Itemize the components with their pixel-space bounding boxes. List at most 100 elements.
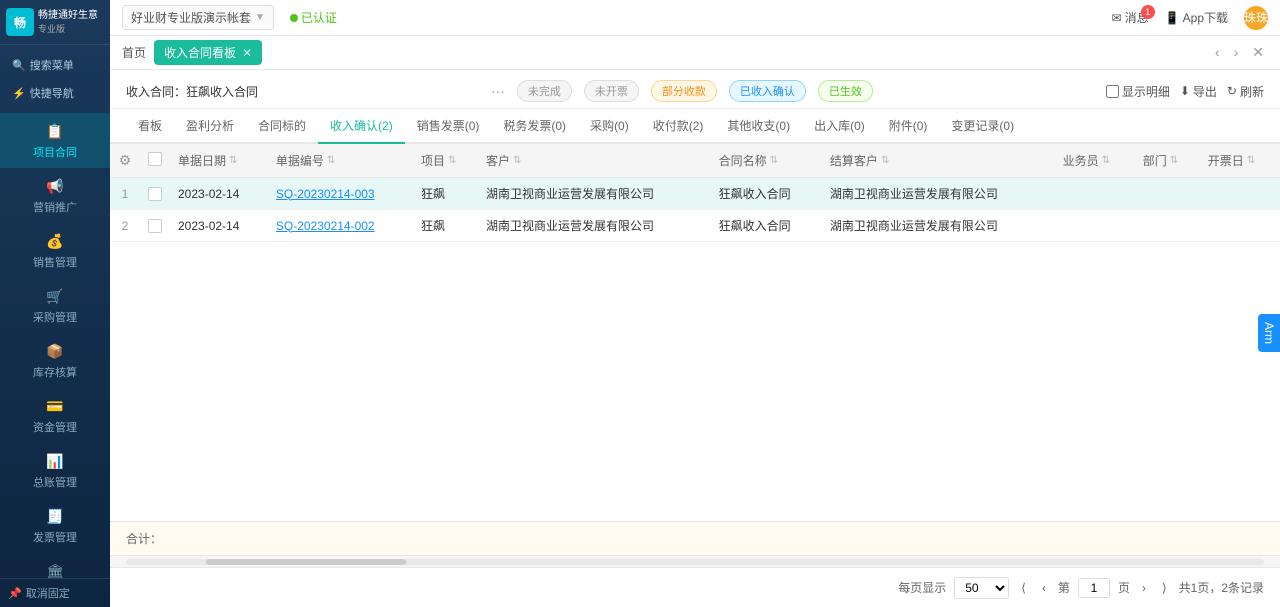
sort-customer-icon[interactable]: ⇅ [513,155,521,166]
nav-tab-label: 收入合同看板 [164,44,236,61]
prev-page-button[interactable]: ‹ [1038,579,1050,597]
tab-revenue-confirm[interactable]: 收入确认(2) [318,109,405,144]
row-num: 2 [110,210,140,242]
show-detail-checkbox[interactable] [1106,85,1119,98]
tab-purchase[interactable]: 采购(0) [578,109,641,144]
sidebar-item-marketing[interactable]: 📢 营销推广 [0,168,110,223]
sort-contract-icon[interactable]: ⇅ [770,155,778,166]
status-incomplete[interactable]: 未完成 [517,80,572,102]
app-download-button[interactable]: 📱 App下载 [1165,9,1228,26]
sort-salesperson-icon[interactable]: ⇅ [1102,155,1110,166]
nav-next-icon[interactable]: › [1230,42,1243,63]
cell-salesperson [1055,210,1135,242]
topbar: 好业财专业版演示帐套 ▼ 已认证 ✉ 消息 1 📱 App下载 珠珠 [110,0,1280,36]
sidebar-item-purchase[interactable]: 🛒 采购管理 [0,278,110,333]
tab-close-icon[interactable]: ✕ [242,46,252,60]
col-header-contract: 合同名称⇅ [711,144,822,178]
nav-prev-icon[interactable]: ‹ [1211,42,1224,63]
tab-sales-invoice[interactable]: 销售发票(0) [405,109,492,144]
message-button[interactable]: ✉ 消息 1 [1112,9,1149,26]
invoice-icon: 🧾 [45,506,65,526]
avatar-text: 珠珠 [1244,9,1268,26]
refresh-label: 刷新 [1240,83,1264,100]
quick-nav-item[interactable]: ⚡ 快捷导航 [8,79,102,107]
sidebar-item-tax[interactable]: 🏛 税务管理 [0,553,110,578]
sort-dept-icon[interactable]: ⇅ [1170,155,1178,166]
tab-tax-invoice[interactable]: 税务发票(0) [491,109,578,144]
status-confirmed[interactable]: 已收入确认 [729,80,806,102]
sort-invoice-date-icon[interactable]: ⇅ [1247,155,1255,166]
last-page-button[interactable]: ⟩ [1158,579,1171,597]
nav-controls: ‹ › ✕ [1211,42,1268,63]
page-size-select[interactable]: 50 20 100 [954,577,1009,599]
cell-dept [1135,210,1200,242]
first-page-button[interactable]: ⟨ [1017,579,1030,597]
tab-attachments[interactable]: 附件(0) [877,109,940,144]
select-all-checkbox[interactable] [148,152,162,166]
cell-billno[interactable]: SQ-20230214-002 [268,210,413,242]
tab-change-log[interactable]: 变更记录(0) [939,109,1026,144]
tab-payments[interactable]: 收付款(2) [641,109,716,144]
status-effective[interactable]: 已生效 [818,80,873,102]
tab-in-out[interactable]: 出入库(0) [802,109,877,144]
sidebar-item-sales[interactable]: 💰 销售管理 [0,223,110,278]
certified-badge: 已认证 [290,9,337,26]
main-area: 好业财专业版演示帐套 ▼ 已认证 ✉ 消息 1 📱 App下载 珠珠 [110,0,1280,607]
col-header-salesperson: 业务员⇅ [1055,144,1135,178]
pin-footer[interactable]: 📌 取消固定 [0,578,110,607]
sidebar: 畅 畅捷通好生意 专业版 🔍 搜索菜单 ⚡ 快捷导航 📋 项目合同 📢 营销推广… [0,0,110,607]
data-table: ⚙ 单据日期⇅ 单据编号⇅ 项目⇅ [110,144,1280,242]
tab-profit[interactable]: 盈利分析 [174,109,246,144]
col-header-billno: 单据编号⇅ [268,144,413,178]
sidebar-item-funds[interactable]: 💳 资金管理 [0,388,110,443]
row-checkbox[interactable] [148,187,162,201]
side-note-panel[interactable]: Arm [1258,314,1280,352]
cell-customer: 湖南卫视商业运营发展有限公司 [478,178,711,210]
export-button[interactable]: ⬇ 导出 [1180,83,1217,100]
nav-tab-contract-board[interactable]: 收入合同看板 ✕ [154,40,262,65]
sidebar-item-label: 项目合同 [33,144,77,160]
horizontal-scrollbar[interactable] [110,555,1280,567]
refresh-icon: ↻ [1227,84,1237,98]
refresh-button[interactable]: ↻ 刷新 [1227,83,1264,100]
col-header-customer: 客户⇅ [478,144,711,178]
status-partial[interactable]: 部分收款 [651,80,717,102]
col-header-invoice-date: 开票日⇅ [1200,144,1280,178]
sidebar-item-general[interactable]: 📊 总账管理 [0,443,110,498]
sort-billno-icon[interactable]: ⇅ [327,155,335,166]
column-settings-icon[interactable]: ⚙ [119,152,132,168]
col-header-settle: 结算客户⇅ [822,144,1055,178]
company-dropdown-icon: ▼ [255,12,265,23]
cell-dept [1135,178,1200,210]
sidebar-item-project[interactable]: 📋 项目合同 [0,113,110,168]
more-options-icon[interactable]: ··· [491,83,505,99]
nav-home[interactable]: 首页 [122,40,146,65]
sidebar-item-inventory[interactable]: 📦 库存核算 [0,333,110,388]
tab-kanban[interactable]: 看板 [126,109,174,144]
company-selector[interactable]: 好业财专业版演示帐套 ▼ [122,5,274,30]
next-page-button[interactable]: › [1138,579,1150,597]
tab-contract-items[interactable]: 合同标的 [246,109,318,144]
cell-customer: 湖南卫视商业运营发展有限公司 [478,210,711,242]
cell-billno[interactable]: SQ-20230214-003 [268,178,413,210]
row-checkbox[interactable] [148,219,162,233]
status-not-invoiced[interactable]: 未开票 [584,80,639,102]
search-menu-item[interactable]: 🔍 搜索菜单 [8,51,102,79]
sidebar-item-invoice[interactable]: 🧾 发票管理 [0,498,110,553]
table-row[interactable]: 2 2023-02-14 SQ-20230214-002 狂飙 湖南卫视商业运营… [110,210,1280,242]
page-input[interactable] [1078,578,1110,598]
topbar-right: ✉ 消息 1 📱 App下载 珠珠 [1112,6,1268,30]
export-label: 导出 [1193,83,1217,100]
nav-close-icon[interactable]: ✕ [1248,42,1268,63]
purchase-icon: 🛒 [45,286,65,306]
total-pages-info: 共1页，2条记录 [1179,579,1264,596]
tab-other-income[interactable]: 其他收支(0) [715,109,802,144]
content-inner: 收入合同：狂飙收入合同 ··· 未完成 未开票 部分收款 已收入确认 已生效 显… [110,70,1280,607]
sort-project-icon[interactable]: ⇅ [448,155,456,166]
table-row[interactable]: 1 2023-02-14 SQ-20230214-003 狂飙 湖南卫视商业运营… [110,178,1280,210]
scroll-thumb[interactable] [206,559,406,565]
sort-date-icon[interactable]: ⇅ [229,155,237,166]
sort-settle-icon[interactable]: ⇅ [881,155,889,166]
user-avatar[interactable]: 珠珠 [1244,6,1268,30]
show-detail-toggle[interactable]: 显示明细 [1106,83,1170,100]
